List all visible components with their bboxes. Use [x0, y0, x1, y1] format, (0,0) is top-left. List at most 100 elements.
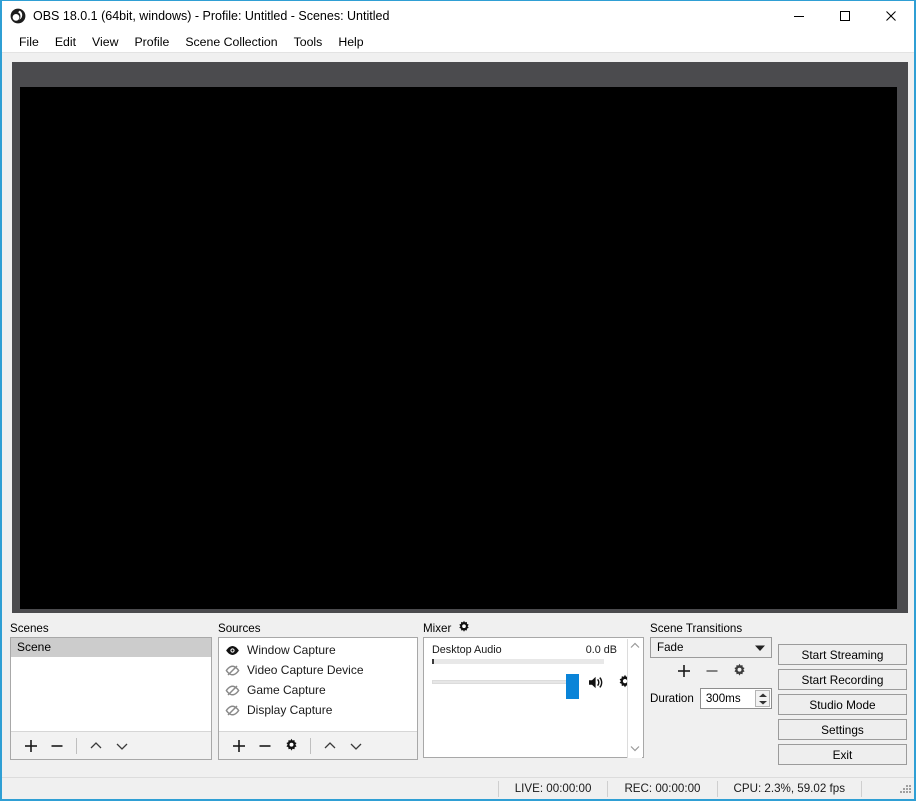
list-item-label: Game Capture: [247, 683, 326, 697]
mixer-title-row: Mixer: [423, 619, 644, 637]
preview-container: [12, 62, 908, 613]
audio-level-fill: [432, 659, 434, 664]
mixer-channel-header: Desktop Audio 0.0 dB: [432, 644, 635, 656]
sources-title: Sources: [218, 621, 261, 635]
scroll-up-icon[interactable]: [630, 642, 640, 652]
mixer-channel-name: Desktop Audio: [432, 644, 502, 656]
list-item-label: Display Capture: [247, 703, 333, 717]
status-spacer: [861, 780, 894, 797]
mixer-channel-level: 0.0 dB: [585, 644, 617, 656]
controls-panel: Start Streaming Start Recording Studio M…: [778, 644, 907, 765]
minimize-icon[interactable]: [776, 1, 822, 31]
obs-main-window: OBS 18.0.1 (64bit, windows) - Profile: U…: [0, 0, 916, 801]
eye-slash-icon[interactable]: [225, 663, 240, 677]
list-item[interactable]: Scene: [11, 638, 211, 657]
eye-icon[interactable]: [225, 643, 240, 657]
studio-mode-button[interactable]: Studio Mode: [778, 694, 907, 715]
gear-icon[interactable]: [457, 620, 471, 637]
menu-scene-collection[interactable]: Scene Collection: [177, 33, 285, 51]
mixer-title: Mixer: [423, 621, 452, 635]
menu-tools[interactable]: Tools: [286, 33, 331, 51]
menu-profile[interactable]: Profile: [126, 33, 177, 51]
status-rec: REC: 00:00:00: [607, 780, 716, 797]
transition-select[interactable]: Fade: [650, 637, 772, 658]
maximize-icon[interactable]: [822, 1, 868, 31]
menu-view[interactable]: View: [84, 33, 126, 51]
exit-button[interactable]: Exit: [778, 744, 907, 765]
list-item[interactable]: Game Capture: [219, 680, 417, 700]
gear-icon[interactable]: [279, 735, 303, 757]
stepper-down-icon[interactable]: [758, 699, 767, 706]
close-icon[interactable]: [868, 1, 914, 31]
status-cpu: CPU: 2.3%, 59.02 fps: [716, 780, 862, 797]
mixer-box: Desktop Audio 0.0 dB: [423, 637, 644, 758]
status-bar: LIVE: 00:00:00 REC: 00:00:00 CPU: 2.3%, …: [2, 777, 914, 799]
stepper-up-icon[interactable]: [758, 692, 767, 699]
mixer-panel: Mixer Desktop Audio 0.0 dB: [423, 619, 644, 758]
sources-toolbar: [219, 732, 417, 759]
toolbar-divider: [76, 737, 77, 754]
preview-canvas[interactable]: [20, 87, 897, 609]
scenes-box: Scene: [10, 637, 212, 760]
speaker-icon[interactable]: [586, 672, 608, 692]
toolbar-divider: [310, 737, 311, 754]
scenes-panel: Scenes Scene: [10, 619, 212, 760]
eye-slash-icon[interactable]: [225, 703, 240, 717]
sources-panel: Sources Window Capture Video Capture Dev…: [218, 619, 418, 760]
chevron-up-icon[interactable]: [318, 735, 342, 757]
obs-logo-icon: [10, 8, 26, 24]
window-title: OBS 18.0.1 (64bit, windows) - Profile: U…: [33, 9, 390, 23]
start-streaming-button[interactable]: Start Streaming: [778, 644, 907, 665]
menu-bar: File Edit View Profile Scene Collection …: [2, 31, 914, 53]
plus-icon[interactable]: [676, 663, 692, 684]
duration-input[interactable]: 300ms: [699, 688, 772, 709]
menu-help[interactable]: Help: [330, 33, 371, 51]
bottom-dock: Scenes Scene Sources Window Capture Vide…: [2, 615, 914, 778]
chevron-down-icon: [755, 641, 765, 654]
sources-box: Window Capture Video Capture Device Game…: [218, 637, 418, 760]
scenes-toolbar: [11, 732, 211, 759]
eye-slash-icon[interactable]: [225, 683, 240, 697]
minus-icon[interactable]: [253, 735, 277, 757]
duration-label: Duration: [650, 692, 694, 705]
mixer-scrollbar[interactable]: [627, 639, 642, 758]
mixer-volume-row: [432, 672, 635, 699]
list-item[interactable]: Video Capture Device: [219, 660, 417, 680]
scroll-down-icon[interactable]: [630, 745, 640, 755]
transition-duration-row: Duration 300ms: [650, 688, 772, 709]
volume-slider[interactable]: [432, 673, 579, 699]
duration-value: 300ms: [705, 692, 741, 705]
sources-list[interactable]: Window Capture Video Capture Device Game…: [219, 638, 417, 732]
duration-stepper[interactable]: [755, 690, 770, 707]
chevron-down-icon[interactable]: [344, 735, 368, 757]
scene-transitions-panel: Scene Transitions Fade Duration 300ms: [650, 619, 772, 709]
scenes-list[interactable]: Scene: [11, 638, 211, 732]
minus-icon[interactable]: [45, 735, 69, 757]
status-live: LIVE: 00:00:00: [497, 780, 608, 797]
list-item-label: Video Capture Device: [247, 663, 364, 677]
title-bar-left: OBS 18.0.1 (64bit, windows) - Profile: U…: [2, 8, 389, 24]
menu-edit[interactable]: Edit: [47, 33, 84, 51]
window-controls: [776, 1, 914, 31]
volume-slider-handle[interactable]: [566, 674, 579, 699]
settings-button[interactable]: Settings: [778, 719, 907, 740]
scene-transitions-title: Scene Transitions: [650, 621, 743, 635]
list-item[interactable]: Window Capture: [219, 640, 417, 660]
volume-slider-track: [432, 680, 579, 684]
plus-icon[interactable]: [227, 735, 251, 757]
minus-icon[interactable]: [704, 663, 720, 684]
scenes-title: Scenes: [10, 621, 49, 635]
resize-grip-icon[interactable]: [898, 782, 912, 796]
gear-icon[interactable]: [732, 663, 747, 683]
title-bar: OBS 18.0.1 (64bit, windows) - Profile: U…: [2, 1, 914, 31]
transition-select-value: Fade: [657, 641, 684, 654]
start-recording-button[interactable]: Start Recording: [778, 669, 907, 690]
plus-icon[interactable]: [19, 735, 43, 757]
transition-toolbar: [650, 658, 772, 688]
menu-file[interactable]: File: [11, 33, 47, 51]
audio-level-meter: [432, 659, 604, 664]
list-item-label: Window Capture: [247, 643, 336, 657]
chevron-down-icon[interactable]: [110, 735, 134, 757]
list-item[interactable]: Display Capture: [219, 700, 417, 720]
chevron-up-icon[interactable]: [84, 735, 108, 757]
